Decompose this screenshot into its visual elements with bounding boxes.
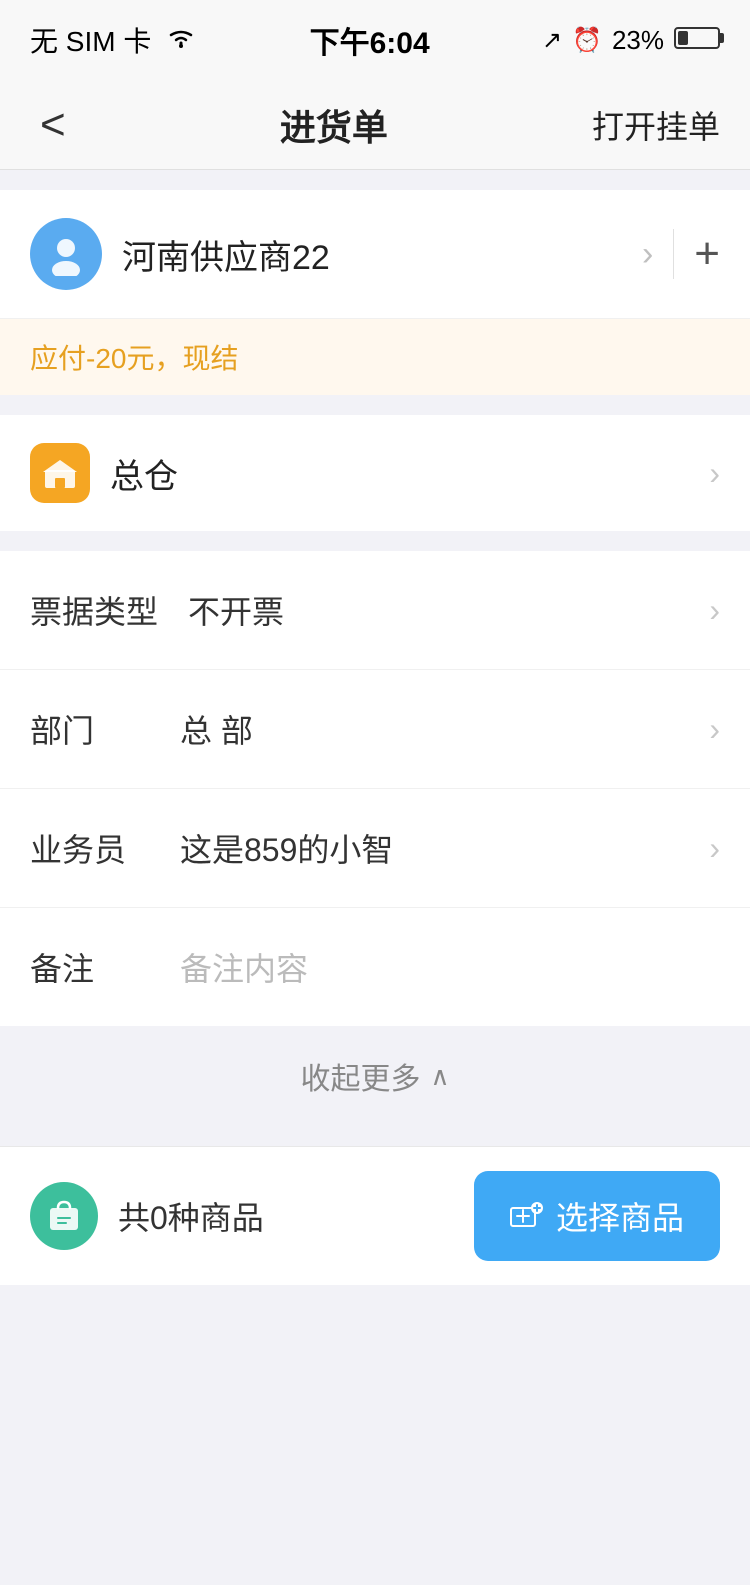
remark-placeholder[interactable]: 备注内容 xyxy=(180,944,720,990)
wifi-icon xyxy=(165,24,197,56)
battery-icon xyxy=(674,25,720,56)
supplier-avatar xyxy=(30,218,102,290)
page-title: 进货单 xyxy=(280,99,388,151)
department-value: 总 部 xyxy=(180,706,709,752)
salesperson-row[interactable]: 业务员 这是859的小智 › xyxy=(0,788,750,907)
supplier-chevron-icon: › xyxy=(642,235,653,274)
invoice-type-label: 票据类型 xyxy=(30,587,158,633)
gap-4 xyxy=(0,1126,750,1146)
gap-3 xyxy=(0,531,750,551)
salesperson-chevron-icon: › xyxy=(709,830,720,867)
product-icon xyxy=(30,1182,98,1250)
department-chevron-icon: › xyxy=(709,711,720,748)
back-button[interactable]: < xyxy=(30,90,76,160)
warehouse-icon xyxy=(30,443,90,503)
status-left: 无 SIM 卡 xyxy=(30,20,197,60)
gap-1 xyxy=(0,170,750,190)
collapse-icon: ∧ xyxy=(430,1061,449,1092)
invoice-type-row[interactable]: 票据类型 不开票 › xyxy=(0,551,750,669)
notice-bar: 应付-20元，现结 xyxy=(0,319,750,395)
warehouse-chevron-icon: › xyxy=(709,455,720,492)
supplier-section: 河南供应商22 › + 应付-20元，现结 xyxy=(0,190,750,395)
remark-label: 备注 xyxy=(30,944,150,990)
remark-row[interactable]: 备注 备注内容 xyxy=(0,907,750,1026)
notice-text: 应付-20元，现结 xyxy=(30,343,238,374)
open-pending-button[interactable]: 打开挂单 xyxy=(592,102,720,148)
gap-2 xyxy=(0,395,750,415)
select-product-label: 选择商品 xyxy=(556,1193,684,1239)
warehouse-name: 总仓 xyxy=(110,449,709,498)
form-section: 票据类型 不开票 › 部门 总 部 › 业务员 这是859的小智 › 备注 备注… xyxy=(0,551,750,1026)
invoice-type-value: 不开票 xyxy=(188,587,709,633)
status-bar: 无 SIM 卡 下午6:04 ↗ ⏰ 23% xyxy=(0,0,750,80)
warehouse-section: 总仓 › xyxy=(0,415,750,531)
bottom-bar: 共0种商品 选择商品 xyxy=(0,1146,750,1285)
collapse-button[interactable]: 收起更多 ∧ xyxy=(0,1026,750,1126)
product-count-label: 共0种商品 xyxy=(118,1193,474,1239)
supplier-name: 河南供应商22 xyxy=(122,230,642,279)
department-row[interactable]: 部门 总 部 › xyxy=(0,669,750,788)
nav-bar: < 进货单 打开挂单 xyxy=(0,80,750,170)
select-product-button[interactable]: 选择商品 xyxy=(474,1171,720,1261)
salesperson-label: 业务员 xyxy=(30,825,150,871)
gps-icon: ↗ xyxy=(542,26,562,55)
salesperson-value: 这是859的小智 xyxy=(180,825,709,871)
status-right: ↗ ⏰ 23% xyxy=(542,25,720,56)
page-bottom-bg xyxy=(0,1285,750,1585)
add-button[interactable]: + xyxy=(673,229,720,279)
carrier-label: 无 SIM 卡 xyxy=(30,20,151,60)
warehouse-row[interactable]: 总仓 › xyxy=(0,415,750,531)
collapse-label: 收起更多 xyxy=(300,1054,420,1098)
alarm-icon: ⏰ xyxy=(572,26,602,55)
status-time: 下午6:04 xyxy=(310,18,430,62)
battery-percent: 23% xyxy=(612,25,664,56)
invoice-type-chevron-icon: › xyxy=(709,592,720,629)
supplier-row[interactable]: 河南供应商22 › + xyxy=(0,190,750,319)
department-label: 部门 xyxy=(30,706,150,752)
